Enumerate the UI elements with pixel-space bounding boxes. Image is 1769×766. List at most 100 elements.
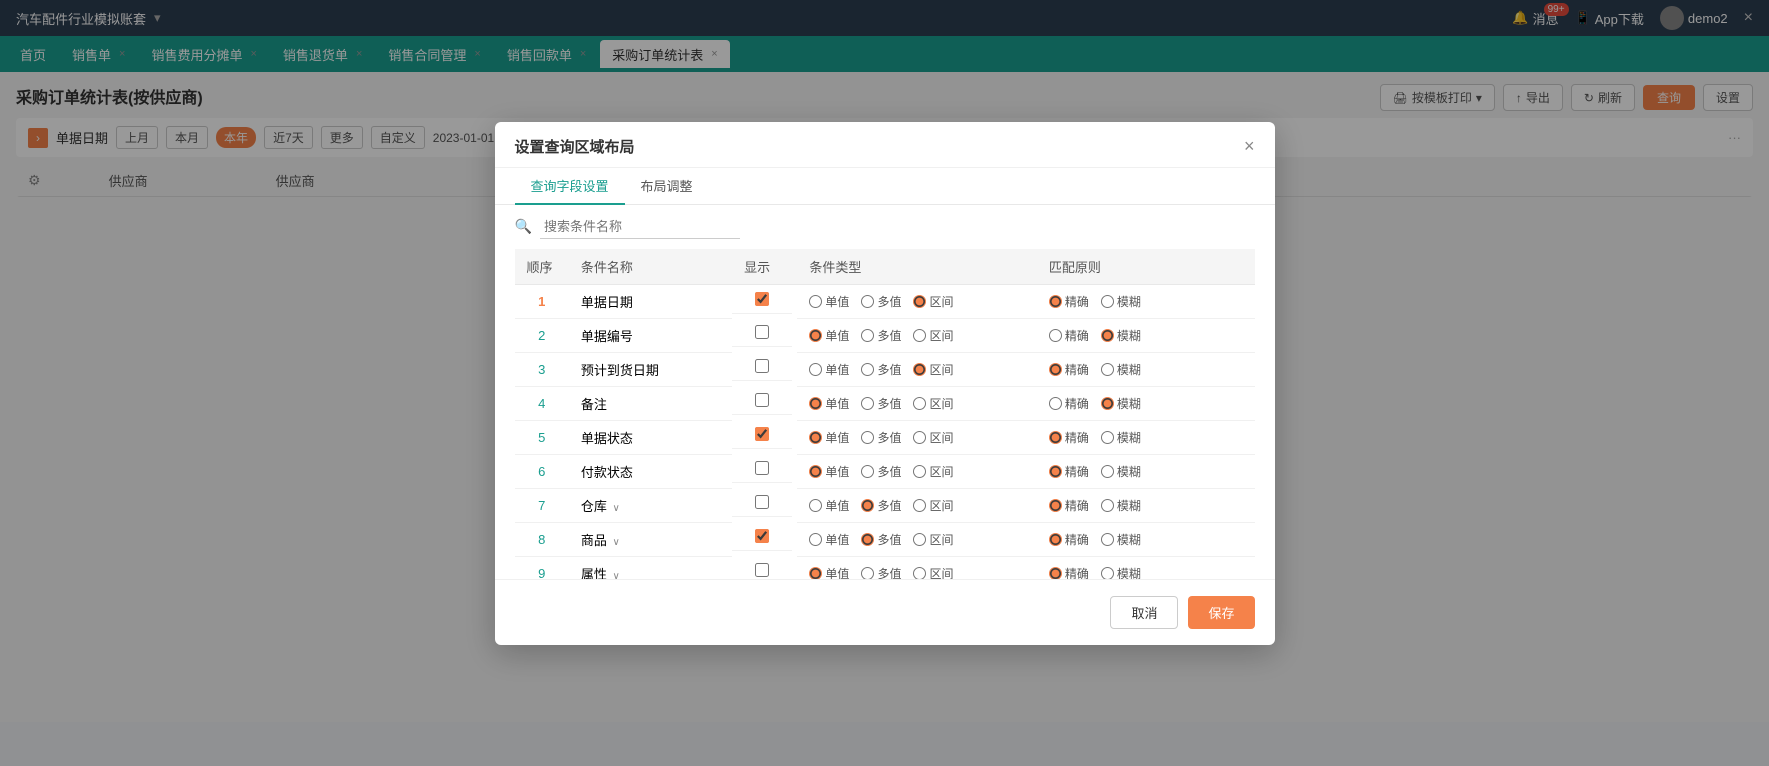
match-exact-radio-5[interactable] (1049, 465, 1062, 478)
match-fuzzy-5[interactable]: 模糊 (1101, 463, 1141, 480)
type-range-radio-2[interactable] (913, 363, 926, 376)
type-single-8[interactable]: 单值 (809, 565, 849, 579)
type-single-radio-3[interactable] (809, 397, 822, 410)
type-range-radio-6[interactable] (913, 499, 926, 512)
type-range-4[interactable]: 区间 (913, 429, 953, 446)
type-multiple-radio-2[interactable] (861, 363, 874, 376)
type-range-0[interactable]: 区间 (913, 293, 953, 310)
match-fuzzy-2[interactable]: 模糊 (1101, 361, 1141, 378)
match-exact-radio-7[interactable] (1049, 533, 1062, 546)
match-fuzzy-6[interactable]: 模糊 (1101, 497, 1141, 514)
display-checkbox-7[interactable] (755, 529, 769, 543)
match-fuzzy-4[interactable]: 模糊 (1101, 429, 1141, 446)
type-range-radio-4[interactable] (913, 431, 926, 444)
type-single-radio-4[interactable] (809, 431, 822, 444)
type-range-6[interactable]: 区间 (913, 497, 953, 514)
type-single-2[interactable]: 单值 (809, 361, 849, 378)
match-exact-radio-1[interactable] (1049, 329, 1062, 342)
modal-tab-1[interactable]: 布局调整 (625, 168, 709, 205)
type-multiple-1[interactable]: 多值 (861, 327, 901, 344)
match-fuzzy-radio-6[interactable] (1101, 499, 1114, 512)
cancel-button[interactable]: 取消 (1110, 596, 1178, 629)
type-single-0[interactable]: 单值 (809, 293, 849, 310)
type-multiple-radio-7[interactable] (861, 533, 874, 546)
type-range-5[interactable]: 区间 (913, 463, 953, 480)
type-single-radio-6[interactable] (809, 499, 822, 512)
type-multiple-radio-8[interactable] (861, 567, 874, 579)
match-fuzzy-3[interactable]: 模糊 (1101, 395, 1141, 412)
match-fuzzy-radio-0[interactable] (1101, 295, 1114, 308)
match-exact-2[interactable]: 精确 (1049, 361, 1089, 378)
match-exact-0[interactable]: 精确 (1049, 293, 1089, 310)
type-multiple-7[interactable]: 多值 (861, 531, 901, 548)
display-checkbox-6[interactable] (755, 495, 769, 509)
match-exact-3[interactable]: 精确 (1049, 395, 1089, 412)
type-range-3[interactable]: 区间 (913, 395, 953, 412)
type-single-radio-1[interactable] (809, 329, 822, 342)
type-range-8[interactable]: 区间 (913, 565, 953, 579)
match-exact-6[interactable]: 精确 (1049, 497, 1089, 514)
type-range-radio-1[interactable] (913, 329, 926, 342)
type-single-radio-2[interactable] (809, 363, 822, 376)
type-range-2[interactable]: 区间 (913, 361, 953, 378)
type-single-5[interactable]: 单值 (809, 463, 849, 480)
type-multiple-4[interactable]: 多值 (861, 429, 901, 446)
type-multiple-8[interactable]: 多值 (861, 565, 901, 579)
match-fuzzy-1[interactable]: 模糊 (1101, 327, 1141, 344)
display-checkbox-0[interactable] (755, 292, 769, 306)
type-range-radio-7[interactable] (913, 533, 926, 546)
match-exact-radio-6[interactable] (1049, 499, 1062, 512)
match-exact-radio-2[interactable] (1049, 363, 1062, 376)
type-range-radio-3[interactable] (913, 397, 926, 410)
match-exact-radio-3[interactable] (1049, 397, 1062, 410)
match-fuzzy-radio-8[interactable] (1101, 567, 1114, 579)
type-multiple-6[interactable]: 多值 (861, 497, 901, 514)
save-button[interactable]: 保存 (1188, 596, 1254, 629)
type-single-radio-8[interactable] (809, 567, 822, 579)
display-checkbox-5[interactable] (755, 461, 769, 475)
match-exact-4[interactable]: 精确 (1049, 429, 1089, 446)
match-exact-1[interactable]: 精确 (1049, 327, 1089, 344)
match-fuzzy-radio-5[interactable] (1101, 465, 1114, 478)
type-single-3[interactable]: 单值 (809, 395, 849, 412)
type-multiple-5[interactable]: 多值 (861, 463, 901, 480)
type-single-4[interactable]: 单值 (809, 429, 849, 446)
match-fuzzy-7[interactable]: 模糊 (1101, 531, 1141, 548)
type-range-1[interactable]: 区间 (913, 327, 953, 344)
display-checkbox-2[interactable] (755, 359, 769, 373)
modal-close-button[interactable]: × (1244, 137, 1255, 155)
type-multiple-3[interactable]: 多值 (861, 395, 901, 412)
type-single-radio-7[interactable] (809, 533, 822, 546)
search-input[interactable] (540, 215, 740, 239)
match-fuzzy-radio-2[interactable] (1101, 363, 1114, 376)
match-exact-radio-8[interactable] (1049, 567, 1062, 579)
match-exact-radio-0[interactable] (1049, 295, 1062, 308)
type-range-radio-5[interactable] (913, 465, 926, 478)
display-checkbox-1[interactable] (755, 325, 769, 339)
match-fuzzy-radio-1[interactable] (1101, 329, 1114, 342)
type-single-radio-0[interactable] (809, 295, 822, 308)
type-range-7[interactable]: 区间 (913, 531, 953, 548)
type-multiple-radio-4[interactable] (861, 431, 874, 444)
type-multiple-radio-3[interactable] (861, 397, 874, 410)
match-exact-5[interactable]: 精确 (1049, 463, 1089, 480)
type-multiple-radio-5[interactable] (861, 465, 874, 478)
type-multiple-0[interactable]: 多值 (861, 293, 901, 310)
display-checkbox-8[interactable] (755, 563, 769, 577)
match-exact-radio-4[interactable] (1049, 431, 1062, 444)
display-checkbox-3[interactable] (755, 393, 769, 407)
display-checkbox-4[interactable] (755, 427, 769, 441)
match-fuzzy-8[interactable]: 模糊 (1101, 565, 1141, 579)
match-fuzzy-radio-3[interactable] (1101, 397, 1114, 410)
match-fuzzy-radio-4[interactable] (1101, 431, 1114, 444)
type-multiple-radio-0[interactable] (861, 295, 874, 308)
type-multiple-radio-6[interactable] (861, 499, 874, 512)
type-single-6[interactable]: 单值 (809, 497, 849, 514)
modal-tab-0[interactable]: 查询字段设置 (515, 168, 625, 205)
match-exact-8[interactable]: 精确 (1049, 565, 1089, 579)
match-exact-7[interactable]: 精确 (1049, 531, 1089, 548)
type-range-radio-8[interactable] (913, 567, 926, 579)
type-single-1[interactable]: 单值 (809, 327, 849, 344)
type-range-radio-0[interactable] (913, 295, 926, 308)
type-multiple-2[interactable]: 多值 (861, 361, 901, 378)
